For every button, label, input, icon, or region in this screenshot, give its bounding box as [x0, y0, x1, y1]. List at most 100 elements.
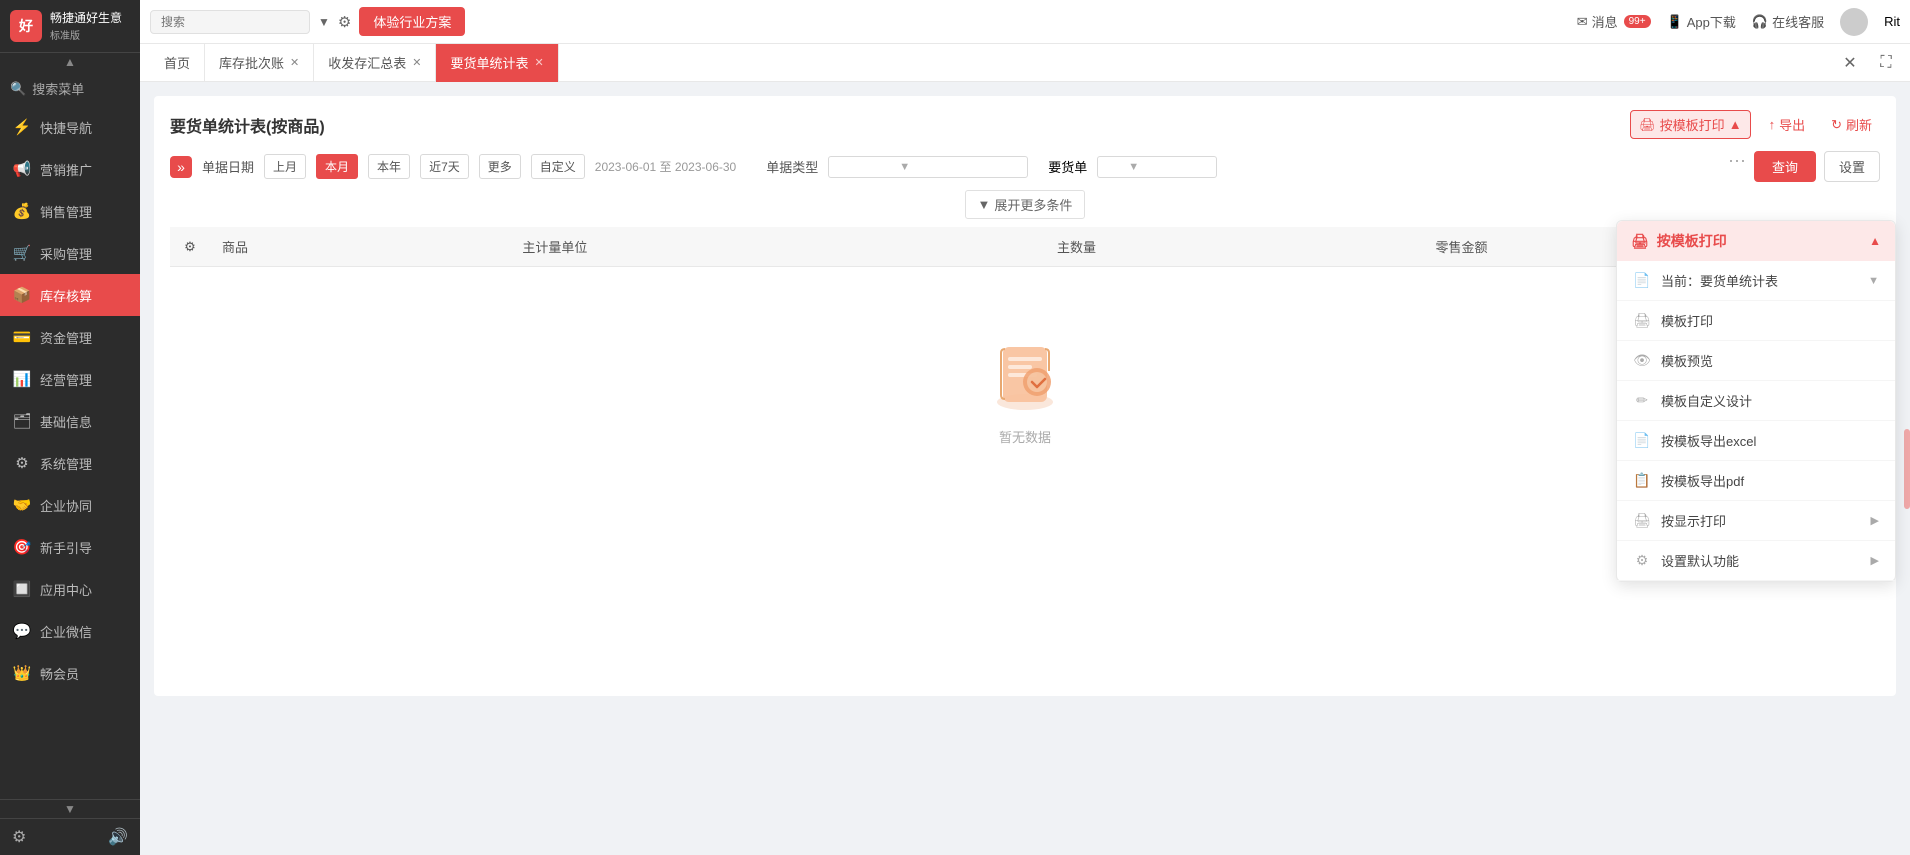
- sidebar-item-vip[interactable]: 👑 畅会员: [0, 652, 140, 694]
- sidebar-item-wechat[interactable]: 💬 企业微信: [0, 610, 140, 652]
- settings-button[interactable]: 设置: [1824, 151, 1880, 182]
- app-download-button[interactable]: 📱 App下载: [1667, 12, 1736, 31]
- table-settings-icon[interactable]: ⚙: [184, 239, 196, 254]
- online-service-label: 在线客服: [1772, 12, 1824, 31]
- display-print-left: 🖨 按显示打印: [1633, 511, 1726, 530]
- order-type-label: 单据类型: [766, 157, 818, 176]
- order-type-select[interactable]: ▼: [828, 156, 1028, 178]
- sidebar-item-label: 应用中心: [40, 580, 92, 599]
- sidebar-item-enterprise[interactable]: 🤝 企业协同: [0, 484, 140, 526]
- topbar-search-input[interactable]: [150, 10, 310, 34]
- current-template-arrow: ▼: [1868, 275, 1879, 287]
- sidebar-item-inventory[interactable]: 📦 库存核算: [0, 274, 140, 316]
- sidebar-item-marketing[interactable]: 📢 营销推广: [0, 148, 140, 190]
- more-options-icon[interactable]: ⋯: [1728, 151, 1746, 182]
- message-icon: ✉: [1577, 14, 1588, 30]
- sidebar-item-operations[interactable]: 📊 经营管理: [0, 358, 140, 400]
- search-icon: 🔍: [10, 81, 26, 97]
- tab-home[interactable]: 首页: [150, 44, 205, 82]
- sidebar-scroll-up[interactable]: ▲: [0, 53, 140, 71]
- tab-receipt-summary-label: 收发存汇总表: [328, 53, 406, 72]
- print-template-button[interactable]: 🖨 按模板打印 ▲: [1630, 110, 1750, 139]
- messages-badge: 99+: [1624, 15, 1651, 28]
- sidebar-item-system[interactable]: ⚙ 系统管理: [0, 442, 140, 484]
- sidebar-item-basic[interactable]: 🗂 基础信息: [0, 400, 140, 442]
- date-this-month-btn[interactable]: 本月: [316, 154, 358, 179]
- sidebar-item-guide[interactable]: 🎯 新手引导: [0, 526, 140, 568]
- sidebar-item-finance[interactable]: 💳 资金管理: [0, 316, 140, 358]
- sidebar-nav: ⚡ 快捷导航 📢 营销推广 💰 销售管理 🛒 采购管理 📦 库存核算 💳 资金管…: [0, 106, 140, 799]
- template-export-pdf-icon: 📋: [1633, 472, 1651, 489]
- sound-icon[interactable]: 🔊: [108, 827, 128, 847]
- close-all-button[interactable]: ✕: [1836, 49, 1864, 77]
- export-button[interactable]: ↑ 导出: [1761, 111, 1814, 138]
- print-dropdown-header-left: 🖨 按模板打印: [1631, 231, 1727, 251]
- display-print-label: 按显示打印: [1661, 511, 1726, 530]
- refresh-label: 刷新: [1846, 115, 1872, 134]
- template-export-pdf-item[interactable]: 📋 按模板导出pdf: [1617, 461, 1895, 501]
- online-service-button[interactable]: 🎧 在线客服: [1752, 12, 1824, 31]
- display-print-item[interactable]: 🖨 按显示打印 ▶: [1617, 501, 1895, 541]
- template-export-excel-item[interactable]: 📄 按模板导出excel: [1617, 421, 1895, 461]
- sidebar-item-quicknav[interactable]: ⚡ 快捷导航: [0, 106, 140, 148]
- settings-icon[interactable]: ⚙: [12, 827, 26, 847]
- topbar-gear-icon[interactable]: ⚙: [338, 13, 351, 31]
- date-custom-btn[interactable]: 自定义: [531, 154, 585, 179]
- maximize-button[interactable]: ⛶: [1872, 49, 1900, 77]
- tab-inventory-batch-close[interactable]: ✕: [290, 56, 299, 69]
- template-custom-item[interactable]: ✏ 模板自定义设计: [1617, 381, 1895, 421]
- tab-order-stats-close[interactable]: ✕: [535, 56, 544, 69]
- col-settings[interactable]: ⚙: [170, 227, 210, 267]
- order-type-arrow: ▼: [899, 161, 910, 173]
- print-current-template[interactable]: 📄 当前：要货单统计表 ▼: [1617, 261, 1895, 301]
- inventory-icon: 📦: [12, 285, 32, 305]
- tab-inventory-batch-label: 库存批次账: [219, 53, 284, 72]
- template-preview-label: 模板预览: [1661, 351, 1713, 370]
- date-more-btn[interactable]: 更多: [479, 154, 521, 179]
- app-edition: 标准版: [50, 27, 122, 42]
- template-print-icon: 🖨: [1633, 312, 1651, 329]
- wechat-icon: 💬: [12, 621, 32, 641]
- empty-text: 暂无数据: [999, 427, 1051, 446]
- quicknav-icon: ⚡: [12, 117, 32, 137]
- print-dropdown-header[interactable]: 🖨 按模板打印 ▲: [1617, 221, 1895, 261]
- yaohuodan-select[interactable]: ▼: [1097, 156, 1217, 178]
- sidebar-item-purchase[interactable]: 🛒 采购管理: [0, 232, 140, 274]
- tab-receipt-summary[interactable]: 收发存汇总表 ✕: [314, 44, 436, 82]
- app-name: 畅捷通好生意: [50, 10, 122, 27]
- messages-button[interactable]: ✉ 消息 99+: [1577, 12, 1651, 31]
- user-avatar[interactable]: [1840, 8, 1868, 36]
- expand-more-button[interactable]: ▼ 展开更多条件: [965, 190, 1086, 219]
- sidebar-scroll-down[interactable]: ▼: [0, 799, 140, 818]
- topbar-dropdown-arrow[interactable]: ▼: [318, 15, 330, 29]
- refresh-button[interactable]: ↻ 刷新: [1823, 111, 1880, 138]
- default-func-left: ⚙ 设置默认功能: [1633, 551, 1739, 570]
- tab-order-stats-label: 要货单统计表: [450, 53, 528, 72]
- sidebar-search[interactable]: 🔍 搜索菜单: [0, 71, 140, 106]
- scrollbar-right[interactable]: [1904, 429, 1910, 509]
- template-preview-item[interactable]: 👁 模板预览: [1617, 341, 1895, 381]
- tab-order-stats[interactable]: 要货单统计表 ✕: [436, 44, 558, 82]
- app-logo-icon: 好: [10, 10, 42, 42]
- sidebar-item-sales[interactable]: 💰 销售管理: [0, 190, 140, 232]
- industry-solution-button[interactable]: 体验行业方案: [359, 7, 465, 36]
- template-print-item[interactable]: 🖨 模板打印: [1617, 301, 1895, 341]
- sidebar-bottom: ⚙ 🔊: [0, 818, 140, 855]
- sidebar-item-apps[interactable]: 🔲 应用中心: [0, 568, 140, 610]
- date-this-year-btn[interactable]: 本年: [368, 154, 410, 179]
- filter-expand-button[interactable]: »: [170, 156, 192, 178]
- date-last7-btn[interactable]: 近7天: [420, 154, 469, 179]
- template-print-label: 模板打印: [1661, 311, 1713, 330]
- default-func-item[interactable]: ⚙ 设置默认功能 ▶: [1617, 541, 1895, 581]
- export-icon: ↑: [1769, 117, 1776, 132]
- messages-label: 消息: [1592, 12, 1618, 31]
- expand-more-label: 展开更多条件: [994, 195, 1072, 214]
- marketing-icon: 📢: [12, 159, 32, 179]
- tab-receipt-summary-close[interactable]: ✕: [412, 56, 421, 69]
- query-button[interactable]: 查询: [1754, 151, 1816, 182]
- date-last-month-btn[interactable]: 上月: [264, 154, 306, 179]
- sidebar-item-label: 经营管理: [40, 370, 92, 389]
- print-dropdown-collapse-arrow[interactable]: ▲: [1869, 234, 1881, 248]
- content-area: 要货单统计表(按商品) 🖨 按模板打印 ▲ ↑ 导出 ↻ 刷新: [140, 82, 1910, 855]
- tab-inventory-batch[interactable]: 库存批次账 ✕: [205, 44, 314, 82]
